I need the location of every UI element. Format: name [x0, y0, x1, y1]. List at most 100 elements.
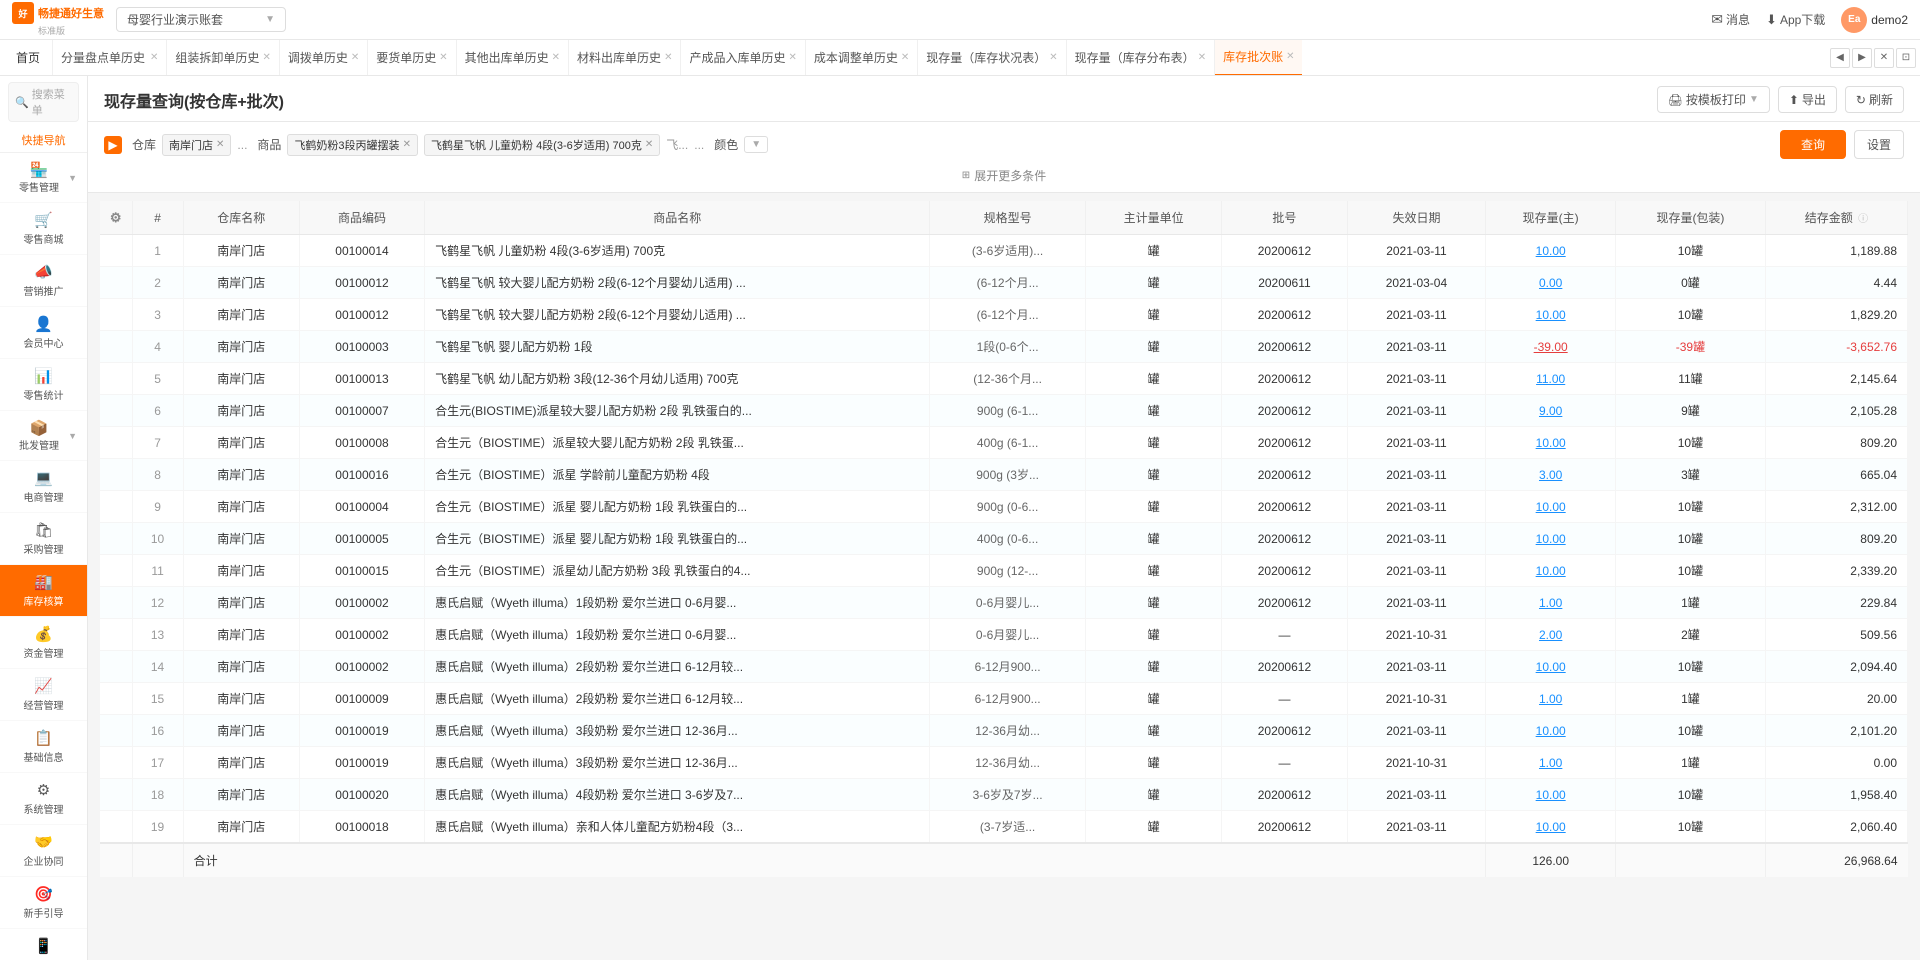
print-btn[interactable]: 🖨 按模板打印 ▼	[1657, 86, 1770, 113]
tab-prev-btn[interactable]: ◀	[1830, 48, 1850, 68]
cell-qty-main[interactable]: 9.00	[1486, 395, 1616, 427]
sidebar-item-lingshougls[interactable]: 🏪 零售管理 ▼	[0, 153, 87, 203]
cell-qty-main[interactable]: 10.00	[1486, 235, 1616, 267]
cell-qty-main[interactable]: 10.00	[1486, 715, 1616, 747]
settings-btn[interactable]: 设置	[1854, 130, 1904, 159]
cell-code: 00100002	[299, 587, 424, 619]
tab-chengpinruku[interactable]: 产成品入库单历史 ✕	[681, 40, 805, 76]
product-tag-xingfeihan[interactable]: 飞鹤星飞帆 儿童奶粉 4段(3-6岁适用) 700克 ✕	[424, 134, 660, 156]
tag-close-icon3[interactable]: ✕	[645, 139, 653, 150]
tab-close-icon[interactable]: ✕	[552, 52, 560, 63]
tag-close-icon2[interactable]: ✕	[403, 139, 411, 150]
cell-qty-main[interactable]: 0.00	[1486, 267, 1616, 299]
tab-home[interactable]: 首页	[4, 40, 53, 76]
tab-close-icon[interactable]: ✕	[1049, 52, 1057, 63]
cell-qty-pkg: 10罐	[1616, 299, 1766, 331]
cell-qty-main[interactable]: 1.00	[1486, 587, 1616, 619]
warehouse-tag-nanan[interactable]: 南岸门店 ✕	[162, 134, 231, 156]
user-profile[interactable]: Ea demo2	[1841, 7, 1908, 33]
search-input-container[interactable]: 🔍 搜索菜单	[8, 82, 79, 122]
warehouse-selector[interactable]: 母婴行业演示账套 ▼	[116, 7, 286, 32]
sidebar-item-jichuxxinxi[interactable]: 📋 基础信息	[0, 721, 87, 773]
logo-tagline: 标准版	[38, 24, 104, 37]
sidebar-item-yingyongzhongxin[interactable]: 📱 应用中心	[0, 929, 87, 960]
color-dropdown-icon[interactable]: ▼	[744, 136, 768, 153]
cell-qty-main[interactable]: 1.00	[1486, 683, 1616, 715]
tab-cailiaochuku[interactable]: 材料出库单历史 ✕	[569, 40, 681, 76]
cell-batch: —	[1222, 683, 1347, 715]
sidebar-item-lingshoutongji[interactable]: 📊 零售统计	[0, 359, 87, 411]
product-more-label[interactable]: 飞...	[666, 136, 688, 153]
product-ellipsis[interactable]: ...	[694, 138, 704, 152]
sidebar-item-yingxiao[interactable]: 📣 营销推广	[0, 255, 87, 307]
cell-qty-main[interactable]: 10.00	[1486, 427, 1616, 459]
cell-qty-main[interactable]: 10.00	[1486, 651, 1616, 683]
cell-qty-main[interactable]: 1.00	[1486, 747, 1616, 779]
tab-xiancunliang-dist[interactable]: 现存量（库存分布表） ✕	[1067, 40, 1215, 76]
cell-qty-main[interactable]: 3.00	[1486, 459, 1616, 491]
tab-close-all-btn[interactable]: ✕	[1874, 48, 1894, 68]
tab-close-icon[interactable]: ✕	[664, 52, 672, 63]
sidebar-item-qiyexietong[interactable]: 🤝 企业协同	[0, 825, 87, 877]
cell-code: 00100020	[299, 779, 424, 811]
sidebar-item-kucunhesuan[interactable]: 🏭 库存核算	[0, 565, 87, 617]
tab-close-icon[interactable]: ✕	[1286, 51, 1294, 62]
sidebar-item-caigou[interactable]: 🛍 采购管理	[0, 513, 87, 565]
sidebar-item-zijin[interactable]: 💰 资金管理	[0, 617, 87, 669]
tab-close-icon[interactable]: ✕	[351, 52, 359, 63]
balance-info-icon[interactable]: ⓘ	[1858, 214, 1868, 225]
cell-qty-main[interactable]: 10.00	[1486, 811, 1616, 844]
tab-expand-btn[interactable]: ⊡	[1896, 48, 1916, 68]
cell-unit: 罐	[1085, 619, 1221, 651]
product-tag-feihe3[interactable]: 飞鹤奶粉3段丙罐摆装 ✕	[287, 134, 418, 156]
cell-qty-main[interactable]: 10.00	[1486, 491, 1616, 523]
col-balance: 结存金额 ⓘ	[1765, 201, 1907, 235]
cell-qty-main[interactable]: 11.00	[1486, 363, 1616, 395]
sidebar-item-diansang[interactable]: 💻 电商管理	[0, 461, 87, 513]
cell-code: 00100012	[299, 299, 424, 331]
sidebar-item-lingshoushangcheng[interactable]: 🛒 零售商城	[0, 203, 87, 255]
expand-more-btn[interactable]: ⊞ 展开更多条件	[954, 165, 1054, 186]
cell-qty-main[interactable]: 10.00	[1486, 299, 1616, 331]
cell-qty-main[interactable]: 10.00	[1486, 523, 1616, 555]
tab-close-icon[interactable]: ✕	[150, 52, 158, 63]
tab-next-btn[interactable]: ▶	[1852, 48, 1872, 68]
export-btn[interactable]: ⬆ 导出	[1778, 86, 1837, 113]
cell-qty-main[interactable]: 2.00	[1486, 619, 1616, 651]
quick-nav[interactable]: 快捷导航	[0, 128, 87, 153]
tab-close-icon[interactable]: ✕	[788, 52, 796, 63]
tab-fenliangpandian[interactable]: 分量盘点单历史 ✕	[53, 40, 167, 76]
tab-qitachuku[interactable]: 其他出库单历史 ✕	[457, 40, 569, 76]
tab-close-icon[interactable]: ✕	[1198, 52, 1206, 63]
tab-yaohuo[interactable]: 要货单历史 ✕	[368, 40, 456, 76]
product-filter: 商品 飞鹤奶粉3段丙罐摆装 ✕ 飞鹤星飞帆 儿童奶粉 4段(3-6岁适用) 70…	[257, 134, 704, 156]
cell-qty-main[interactable]: 10.00	[1486, 555, 1616, 587]
query-btn[interactable]: 查询	[1780, 130, 1846, 159]
column-settings-icon[interactable]: ⚙	[110, 210, 122, 225]
tab-close-icon[interactable]: ✕	[439, 52, 447, 63]
printer-icon: 🖨	[1668, 93, 1683, 107]
cell-code: 00100007	[299, 395, 424, 427]
sidebar-item-jingying[interactable]: 📈 经营管理	[0, 669, 87, 721]
tag-close-icon[interactable]: ✕	[216, 139, 224, 150]
cell-qty-main[interactable]: 10.00	[1486, 779, 1616, 811]
tab-xiancunliang-status[interactable]: 现存量（库存状况表） ✕	[918, 40, 1066, 76]
sidebar-item-xinshouyindao[interactable]: 🎯 新手引导	[0, 877, 87, 929]
sidebar-item-pifa[interactable]: 📦 批发管理 ▼	[0, 411, 87, 461]
sidebar-item-huiyuan[interactable]: 👤 会员中心	[0, 307, 87, 359]
cell-qty-main[interactable]: -39.00	[1486, 331, 1616, 363]
tab-zuzhai[interactable]: 组装拆卸单历史 ✕	[167, 40, 279, 76]
cell-name: 惠氏启赋（Wyeth illuma）3段奶粉 爱尔兰进口 12-36月...	[425, 747, 930, 779]
app-download-btn[interactable]: ⬇ App下载	[1766, 11, 1825, 28]
sidebar-item-xitong[interactable]: ⚙ 系统管理	[0, 773, 87, 825]
col-settings[interactable]: ⚙	[100, 201, 132, 235]
expand-toggle-btn[interactable]: ▶	[104, 136, 122, 154]
tab-diaopo[interactable]: 调拨单历史 ✕	[280, 40, 368, 76]
tab-close-icon[interactable]: ✕	[262, 52, 270, 63]
ellipsis-more[interactable]: ...	[237, 138, 247, 152]
messages-btn[interactable]: ✉ 消息	[1711, 11, 1750, 28]
tab-close-icon[interactable]: ✕	[901, 52, 909, 63]
tab-chengbentiaozhen[interactable]: 成本调整单历史 ✕	[806, 40, 918, 76]
refresh-btn[interactable]: ↻ 刷新	[1845, 86, 1904, 113]
tab-kucun-pici[interactable]: 库存批次账 ✕	[1215, 40, 1302, 76]
